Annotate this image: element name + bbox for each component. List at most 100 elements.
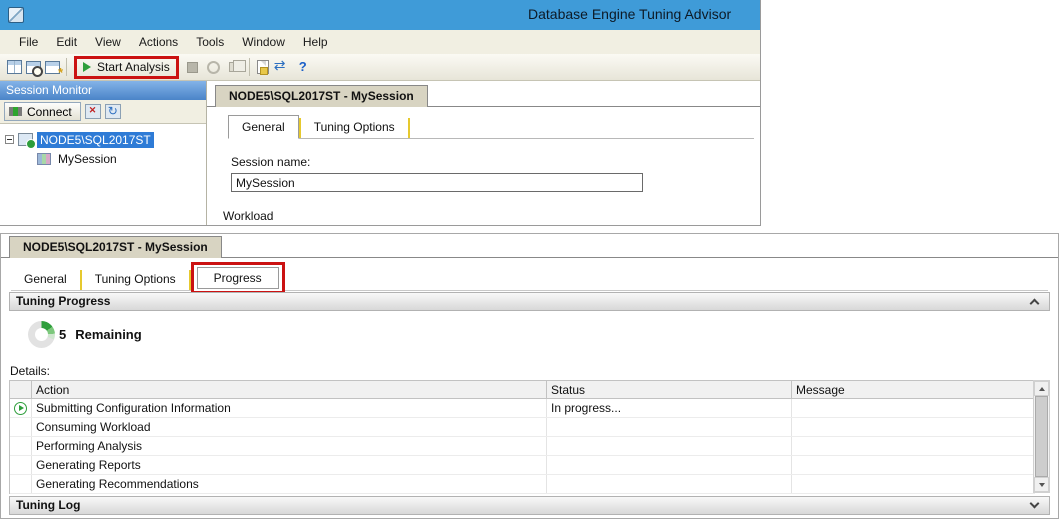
menu-help[interactable]: Help — [294, 30, 337, 54]
session-tree: NODE5\SQL2017ST MySession — [0, 124, 206, 225]
row-status — [547, 418, 792, 436]
connect-icon — [9, 107, 22, 116]
help-icon[interactable] — [295, 59, 312, 75]
tab-tuning-options-bottom[interactable]: Tuning Options — [82, 268, 189, 290]
document-tabstrip-bottom: NODE5\SQL2017ST - MySession — [1, 234, 1058, 258]
row-status — [547, 456, 792, 474]
scroll-down-icon[interactable] — [1034, 477, 1049, 492]
tuning-log-title: Tuning Log — [16, 498, 80, 512]
row-message — [792, 399, 1035, 417]
table-scrollbar[interactable] — [1033, 380, 1050, 493]
server-icon — [18, 133, 33, 146]
collapse-expander-icon[interactable] — [5, 135, 14, 144]
import-workload-icon[interactable] — [257, 60, 269, 74]
menubar: File Edit View Actions Tools Window Help — [0, 30, 760, 54]
scroll-up-icon[interactable] — [1034, 381, 1049, 396]
column-header-action[interactable]: Action — [32, 381, 547, 398]
row-action: Performing Analysis — [32, 437, 547, 455]
progress-tab-highlight: Progress — [191, 262, 285, 294]
clone-session-icon[interactable] — [229, 62, 240, 72]
dta-main-window: Database Engine Tuning Advisor File Edit… — [0, 0, 761, 226]
expand-chevron-icon[interactable] — [1030, 499, 1040, 509]
tab-general-bottom[interactable]: General — [11, 268, 80, 290]
tab-separator — [408, 118, 410, 138]
row-status: In progress... — [547, 399, 792, 417]
row-action: Submitting Configuration Information — [32, 399, 547, 417]
toolbar-separator — [249, 58, 250, 76]
toolbar-separator — [66, 58, 67, 76]
remaining-value: 5 — [59, 327, 66, 342]
remaining-label: Remaining — [75, 327, 141, 342]
scrollbar-thumb[interactable] — [1035, 396, 1048, 477]
refresh-icon[interactable] — [105, 104, 121, 119]
tree-item-session[interactable]: MySession — [55, 151, 120, 167]
tree-row-server: NODE5\SQL2017ST — [0, 130, 206, 149]
page-tabstrip: General Tuning Options — [228, 116, 754, 139]
row-message — [792, 437, 1035, 455]
tab-progress[interactable]: Progress — [197, 267, 279, 289]
progress-pane: NODE5\SQL2017ST - MySession General Tuni… — [0, 233, 1059, 519]
menu-edit[interactable]: Edit — [47, 30, 86, 54]
page-tabstrip-bottom: General Tuning Options Progress — [11, 261, 1048, 291]
in-progress-icon — [14, 402, 27, 415]
row-message — [792, 456, 1035, 474]
apply-recommendations-icon[interactable] — [274, 59, 291, 75]
tuning-log-header[interactable]: Tuning Log — [9, 496, 1050, 515]
general-page: General Tuning Options Session name: Wor… — [207, 107, 760, 225]
column-header-status[interactable]: Status — [547, 381, 792, 398]
start-analysis-button[interactable]: Start Analysis — [78, 60, 175, 74]
menu-window[interactable]: Window — [233, 30, 294, 54]
app-icon — [8, 7, 24, 23]
progress-details-table: Action Status Message Submitting Configu… — [9, 380, 1035, 494]
stop-analysis-icon[interactable] — [187, 62, 198, 73]
window-title: Database Engine Tuning Advisor — [528, 6, 731, 22]
tree-item-server[interactable]: NODE5\SQL2017ST — [37, 132, 154, 148]
row-message — [792, 475, 1035, 493]
session-icon — [37, 153, 51, 165]
menu-actions[interactable]: Actions — [130, 30, 187, 54]
table-row[interactable]: Performing Analysis — [10, 437, 1035, 456]
screenshot-canvas: Database Engine Tuning Advisor File Edit… — [0, 0, 1061, 522]
tuning-progress-title: Tuning Progress — [16, 294, 110, 308]
menu-view[interactable]: View — [86, 30, 130, 54]
details-label: Details: — [10, 364, 50, 378]
start-analysis-label: Start Analysis — [97, 60, 170, 74]
menu-file[interactable]: File — [10, 30, 47, 54]
column-header-message[interactable]: Message — [792, 381, 1035, 398]
main-toolbar: Start Analysis — [0, 54, 760, 81]
collapse-chevron-icon[interactable] — [1030, 299, 1040, 309]
session-monitor-toolbar: Connect — [0, 100, 206, 124]
cancel-icon[interactable] — [207, 61, 220, 74]
window-form-icon[interactable] — [45, 61, 60, 74]
session-name-input[interactable] — [231, 173, 643, 192]
disconnect-icon[interactable] — [85, 104, 101, 119]
tab-tuning-options-top[interactable]: Tuning Options — [301, 116, 408, 138]
document-area: NODE5\SQL2017ST - MySession General Tuni… — [207, 81, 760, 225]
table-row[interactable]: Submitting Configuration Information In … — [10, 399, 1035, 418]
connect-button[interactable]: Connect — [4, 102, 81, 121]
titlebar: Database Engine Tuning Advisor — [0, 0, 760, 30]
menu-tools[interactable]: Tools — [187, 30, 233, 54]
session-name-label: Session name: — [231, 155, 760, 169]
table-row[interactable]: Generating Recommendations — [10, 475, 1035, 494]
tuning-progress-header[interactable]: Tuning Progress — [9, 292, 1050, 311]
row-action: Generating Reports — [32, 456, 547, 474]
new-session-icon[interactable] — [7, 60, 22, 74]
workload-label: Workload — [223, 209, 760, 223]
document-tab[interactable]: NODE5\SQL2017ST - MySession — [215, 85, 428, 107]
row-message — [792, 418, 1035, 436]
remaining-count: 5 Remaining — [59, 327, 142, 342]
window-search-icon[interactable] — [26, 61, 41, 74]
connect-label: Connect — [27, 105, 72, 119]
session-monitor-panel: Session Monitor Connect NODE5\SQL2017ST … — [0, 81, 207, 225]
row-action: Consuming Workload — [32, 418, 547, 436]
document-tabstrip: NODE5\SQL2017ST - MySession — [207, 81, 760, 107]
table-row[interactable]: Consuming Workload — [10, 418, 1035, 437]
tab-general-top[interactable]: General — [228, 115, 299, 139]
document-tab-bottom[interactable]: NODE5\SQL2017ST - MySession — [9, 236, 222, 258]
tree-row-session: MySession — [0, 149, 206, 168]
table-row[interactable]: Generating Reports — [10, 456, 1035, 475]
progress-donut-icon — [28, 321, 55, 348]
progress-summary: 5Remaining 5Total 0Success 0Error 0Warni… — [2, 312, 1057, 360]
row-status — [547, 475, 792, 493]
